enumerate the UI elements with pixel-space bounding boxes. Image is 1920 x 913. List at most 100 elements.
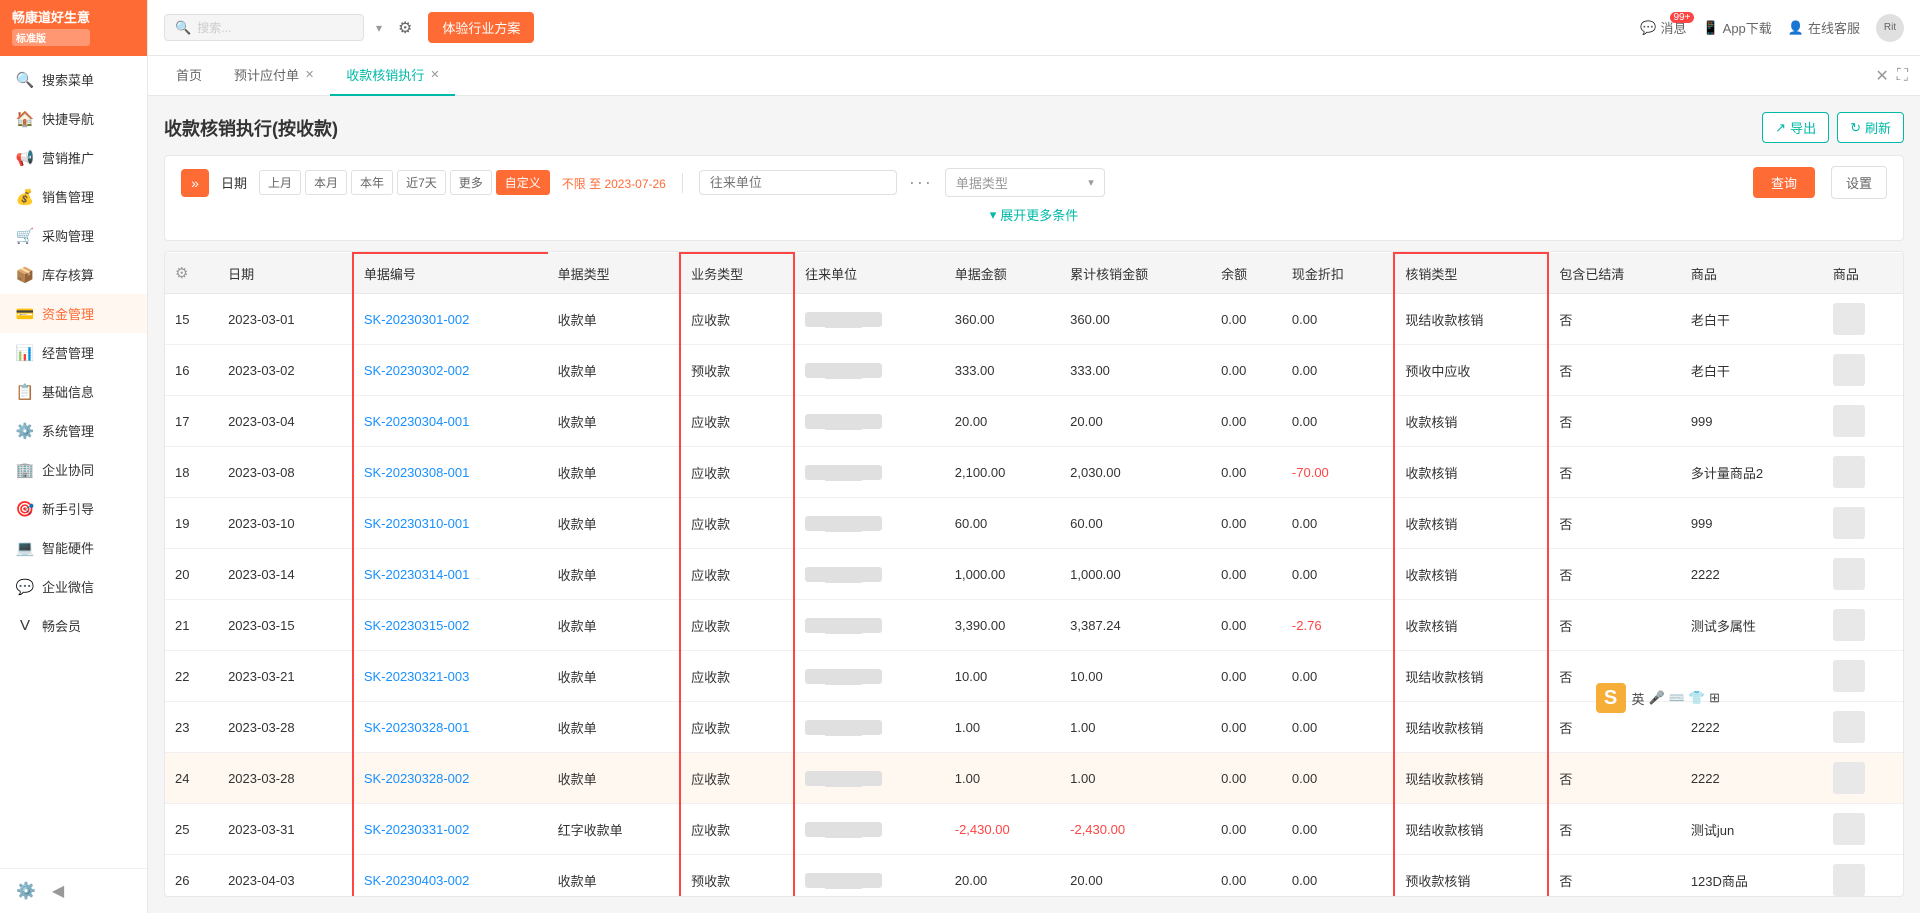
table-row: 21 2023-03-15 SK-20230315-002 收款单 应收款 ██… <box>165 600 1903 651</box>
topbar-gear-icon[interactable]: ⚙ <box>394 14 416 42</box>
sidebar-item-basic[interactable]: 📋基础信息 <box>0 372 147 411</box>
cell-product-img <box>1823 702 1903 753</box>
sidebar-collapse-btn[interactable]: ◀ <box>52 881 64 901</box>
product-thumbnail <box>1833 609 1865 641</box>
cell-doc-type: 收款单 <box>548 855 680 898</box>
sidebar-item-operation[interactable]: 📊经营管理 <box>0 333 147 372</box>
filter-this-month-btn[interactable]: 本月 <box>305 170 347 195</box>
receipt-type-select[interactable]: 单据类型 ▾ <box>945 168 1105 197</box>
tab-home[interactable]: 首页 <box>160 56 218 96</box>
tab-prepay[interactable]: 预计应付单 ✕ <box>218 56 330 96</box>
user-avatar[interactable]: Rit <box>1876 14 1904 42</box>
tab-prepay-close-icon[interactable]: ✕ <box>305 68 314 81</box>
filter-toggle-button[interactable]: » <box>181 169 209 197</box>
filter-row: » 日期 上月 本月 本年 近7天 更多 自定义 不限 至 2023-07-26… <box>181 166 1887 199</box>
watermark: S 英 🎤 ⌨️ 👕 ⊞ <box>1596 683 1720 713</box>
setting-button[interactable]: 设置 <box>1831 166 1887 199</box>
sidebar-item-guide[interactable]: 🎯新手引导 <box>0 489 147 528</box>
cell-customer: ████ <box>794 549 945 600</box>
cell-amount: 10.00 <box>945 651 1060 702</box>
doc-no-link[interactable]: SK-20230328-002 <box>364 771 470 786</box>
filter-custom-btn[interactable]: 自定义 <box>496 170 550 195</box>
doc-no-link[interactable]: SK-20230314-001 <box>364 567 470 582</box>
filter-last-month-btn[interactable]: 上月 <box>259 170 301 195</box>
filter-more-btn[interactable]: 更多 <box>450 170 492 195</box>
tab-receipt-close-icon[interactable]: ✕ <box>430 68 439 81</box>
sidebar-item-sales[interactable]: 💰销售管理 <box>0 177 147 216</box>
cell-product-img <box>1823 294 1903 345</box>
filter-7days-btn[interactable]: 近7天 <box>397 170 446 195</box>
product-thumbnail <box>1833 864 1865 896</box>
cell-verify-type: 预收中应收 <box>1394 345 1548 396</box>
topbar-actions: 💬 消息 99+ 📱 App下载 👤 在线客服 Rit <box>1640 14 1904 42</box>
cell-doc-no: SK-20230331-002 <box>353 804 548 855</box>
filter-date-range: 不限 至 2023-07-26 <box>562 175 666 192</box>
filter-date-label: 日期 <box>221 173 247 192</box>
sidebar-item-marketing[interactable]: 📢营销推广 <box>0 138 147 177</box>
doc-no-link[interactable]: SK-20230310-001 <box>364 516 470 531</box>
sidebar-item-member[interactable]: V畅会员 <box>0 606 147 645</box>
sidebar-item-corp[interactable]: 🏢企业协同 <box>0 450 147 489</box>
solution-button[interactable]: 体验行业方案 <box>428 12 534 43</box>
sidebar-wechat-icon: 💬 <box>16 578 34 596</box>
doc-no-link[interactable]: SK-20230304-001 <box>364 414 470 429</box>
sidebar-item-hardware[interactable]: 💻智能硬件 <box>0 528 147 567</box>
cell-verify-type: 现结收款核销 <box>1394 753 1548 804</box>
topbar: 🔍 搜索... ▾ ⚙ 体验行业方案 💬 消息 99+ 📱 App下载 👤 在线… <box>148 0 1920 56</box>
query-button[interactable]: 查询 <box>1753 167 1815 198</box>
cell-biz-type: 应收款 <box>680 651 794 702</box>
doc-no-link[interactable]: SK-20230308-001 <box>364 465 470 480</box>
cell-product: 测试jun <box>1681 804 1823 855</box>
cell-product-img <box>1823 345 1903 396</box>
doc-no-link[interactable]: SK-20230331-002 <box>364 822 470 837</box>
sidebar-wechat-label: 企业微信 <box>42 577 94 596</box>
cell-doc-no: SK-20230315-002 <box>353 600 548 651</box>
doc-no-link[interactable]: SK-20230302-002 <box>364 363 470 378</box>
product-thumbnail <box>1833 762 1865 794</box>
doc-no-link[interactable]: SK-20230321-003 <box>364 669 470 684</box>
sidebar-item-finance[interactable]: 💳资金管理 <box>0 294 147 333</box>
export-button[interactable]: ↗ 导出 <box>1762 112 1829 143</box>
refresh-button[interactable]: ↻ 刷新 <box>1837 112 1904 143</box>
col-settings-icon[interactable]: ⚙ <box>175 265 188 282</box>
doc-no-link[interactable]: SK-20230315-002 <box>364 618 470 633</box>
cell-doc-type: 收款单 <box>548 396 680 447</box>
cell-rownum: 26 <box>165 855 218 898</box>
tab-receipt[interactable]: 收款核销执行✕ <box>330 56 455 96</box>
expand-conditions-row[interactable]: ▾ 展开更多条件 <box>181 199 1887 230</box>
sidebar-item-quick[interactable]: 🏠快捷导航 <box>0 99 147 138</box>
sidebar-settings-btn[interactable]: ⚙️ <box>16 881 36 901</box>
app-download-button[interactable]: 📱 App下载 <box>1702 18 1771 37</box>
doc-no-link[interactable]: SK-20230403-002 <box>364 873 470 888</box>
filter-more-options[interactable]: ··· <box>909 172 933 193</box>
messages-button[interactable]: 💬 消息 99+ <box>1640 18 1686 37</box>
tabbar-maximize-icon[interactable]: ⛶ <box>1897 67 1908 85</box>
cell-verify-type: 现结收款核销 <box>1394 702 1548 753</box>
online-service-button[interactable]: 👤 在线客服 <box>1788 18 1860 37</box>
cell-doc-no: SK-20230308-001 <box>353 447 548 498</box>
sidebar-item-wechat[interactable]: 💬 企业微信 <box>0 567 147 606</box>
watermark-text: 英 🎤 ⌨️ 👕 ⊞ <box>1632 689 1720 708</box>
sidebar-quick-label: 快捷导航 <box>42 109 94 128</box>
sidebar-logo: 畅康道好生意 标准版 <box>0 0 147 56</box>
topbar-search-placeholder: 搜索... <box>197 19 231 36</box>
sidebar-search-icon: 🔍 <box>16 71 34 89</box>
tab-prepay-label: 预计应付单 <box>234 65 299 84</box>
cell-cash-discount: 0.00 <box>1282 753 1394 804</box>
sidebar-item-system[interactable]: ⚙️系统管理 <box>0 411 147 450</box>
doc-no-link[interactable]: SK-20230328-001 <box>364 720 470 735</box>
sidebar-item-purchase[interactable]: 🛒采购管理 <box>0 216 147 255</box>
tabbar-close-icon[interactable]: ✕ <box>1875 66 1888 86</box>
col-header-settings[interactable]: ⚙ <box>165 253 218 294</box>
sidebar-item-inventory[interactable]: 📦库存核算 <box>0 255 147 294</box>
app-label: App下载 <box>1723 18 1772 37</box>
sidebar-item-search[interactable]: 🔍搜索菜单 <box>0 60 147 99</box>
topbar-dropdown-chevron[interactable]: ▾ <box>376 21 382 35</box>
filter-this-year-btn[interactable]: 本年 <box>351 170 393 195</box>
topbar-search-box[interactable]: 🔍 搜索... <box>164 14 364 41</box>
product-thumbnail <box>1833 558 1865 590</box>
doc-no-link[interactable]: SK-20230301-002 <box>364 312 470 327</box>
cell-cumulative: 20.00 <box>1060 396 1211 447</box>
cell-verify-type: 收款核销 <box>1394 549 1548 600</box>
customer-input[interactable] <box>699 170 897 195</box>
